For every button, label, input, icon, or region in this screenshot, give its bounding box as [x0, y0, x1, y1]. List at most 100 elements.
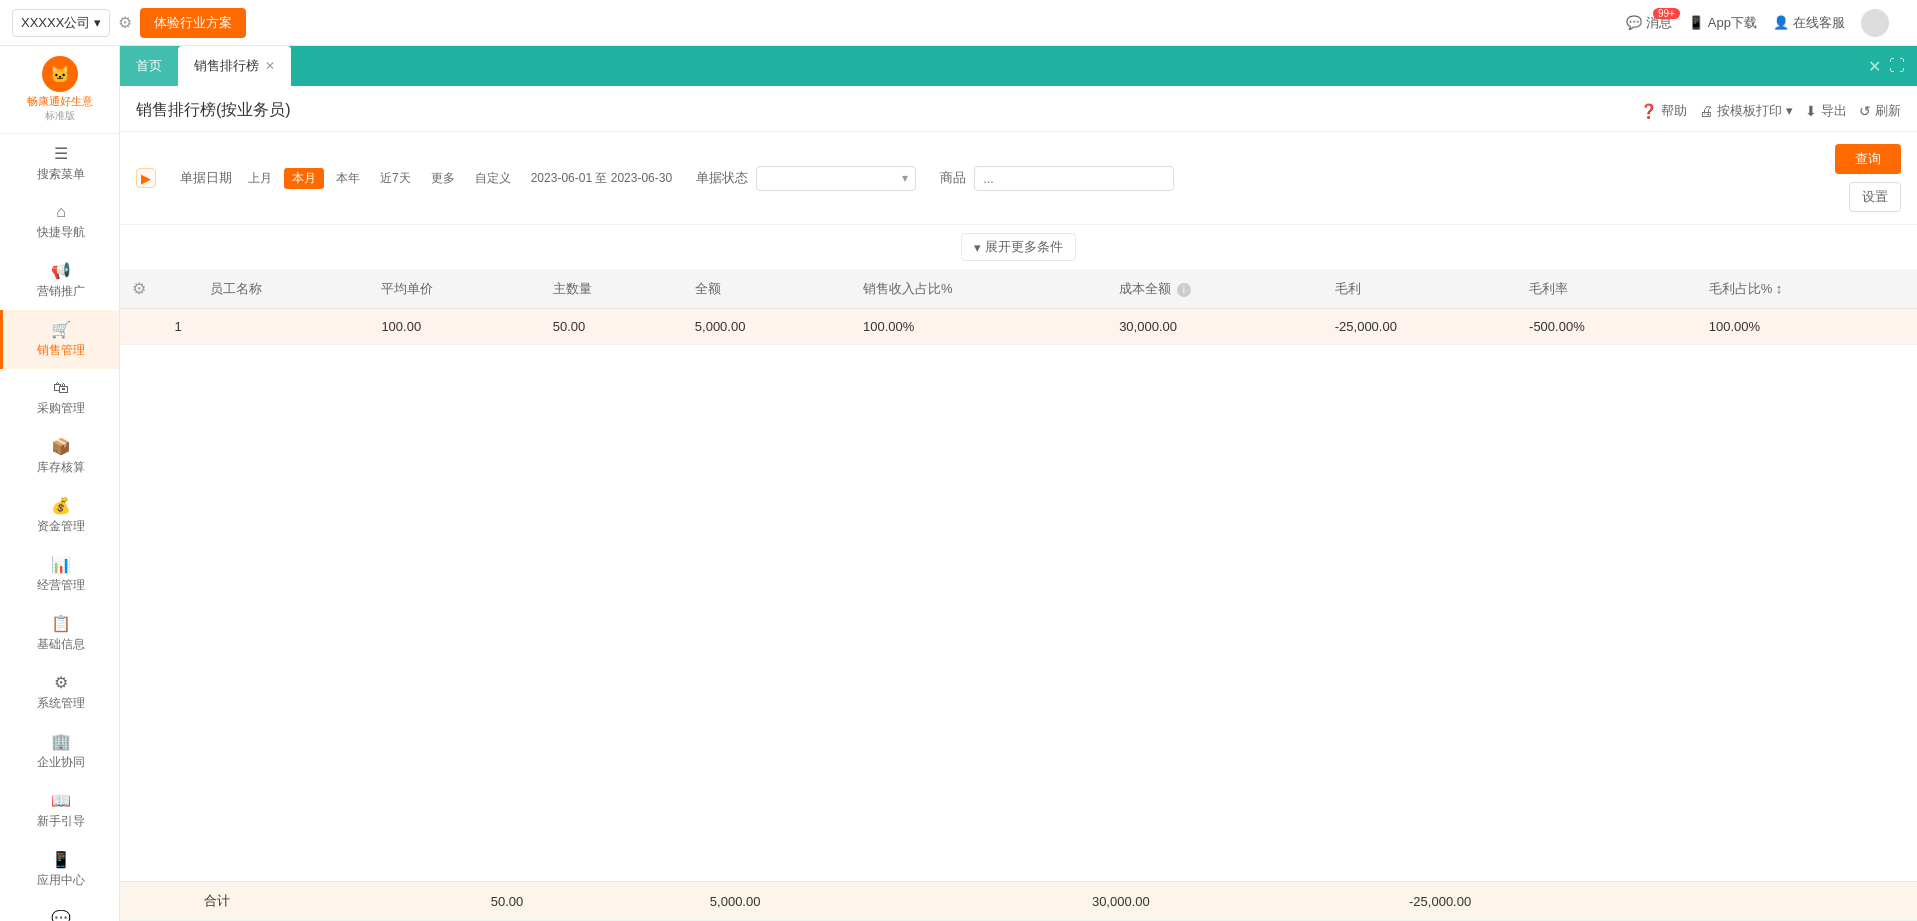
date-tab-current-month[interactable]: 本月 — [284, 168, 324, 189]
tab-close-all-icon[interactable]: ✕ — [1868, 57, 1881, 76]
expand-more-btn[interactable]: ▾ 展开更多条件 — [961, 233, 1076, 261]
th-amount: 全额 — [683, 269, 851, 309]
sidebar-item-sales[interactable]: 🛒 销售管理 — [0, 310, 119, 369]
date-tab-prev-month[interactable]: 上月 — [240, 168, 280, 189]
basic-info-icon: 📋 — [51, 614, 71, 633]
summary-avg-price — [386, 882, 479, 921]
sidebar-item-search-order[interactable]: ☰ 搜索菜单 — [0, 134, 119, 193]
try-industry-btn[interactable]: 体验行业方案 — [140, 8, 246, 38]
export-btn[interactable]: ⬇ 导出 — [1805, 102, 1847, 120]
print-btn[interactable]: 🖨 按模板打印 ▾ — [1699, 102, 1793, 120]
beginner-icon: 📖 — [51, 791, 71, 810]
online-service-btn[interactable]: 👤 在线客服 — [1773, 14, 1845, 32]
query-area: 查询 设置 — [1835, 144, 1901, 212]
date-tab-last7days[interactable]: 近7天 — [372, 168, 419, 189]
sidebar-item-shortcut[interactable]: ⌂ 快捷导航 — [0, 193, 119, 251]
sidebar-item-beginner[interactable]: 📖 新手引导 — [0, 781, 119, 840]
th-rank — [158, 269, 198, 309]
sidebar-item-system[interactable]: ⚙ 系统管理 — [0, 663, 119, 722]
summary-sales-pct — [987, 882, 1080, 921]
company-selector[interactable]: XXXXX公司 ▾ — [12, 9, 110, 37]
tab-home[interactable]: 首页 — [120, 46, 178, 86]
column-settings-icon[interactable]: ⚙ — [132, 280, 146, 297]
th-gross-pct: 毛利占比% ↕ — [1697, 269, 1917, 309]
tab-close-icon[interactable]: ✕ — [265, 59, 275, 73]
expand-more-area: ▾ 展开更多条件 — [120, 225, 1917, 269]
refresh-icon: ↺ — [1859, 103, 1871, 119]
app-download-btn[interactable]: 📱 App下载 — [1688, 14, 1757, 32]
cell-settings — [120, 309, 158, 345]
empty-space — [120, 575, 1917, 881]
help-label: 帮助 — [1661, 102, 1687, 120]
settings-icon[interactable]: ⚙ — [118, 13, 132, 32]
date-tab-more[interactable]: 更多 — [423, 168, 463, 189]
tab-sales-rank[interactable]: 销售排行榜 ✕ — [178, 46, 291, 86]
date-tab-custom[interactable]: 自定义 — [467, 168, 519, 189]
summary-gross-pct — [1824, 882, 1917, 921]
user-avatar[interactable] — [1861, 9, 1889, 37]
summary-label: 合计 — [192, 882, 386, 921]
tab-home-label: 首页 — [136, 57, 162, 75]
date-tab-current-year[interactable]: 本年 — [328, 168, 368, 189]
header-actions: ❓ 帮助 🖨 按模板打印 ▾ ⬇ 导出 — [1640, 102, 1901, 120]
sidebar-item-label: 搜索菜单 — [37, 166, 85, 183]
marketing-icon: 📢 — [51, 261, 71, 280]
th-avg-price: 平均单价 — [369, 269, 540, 309]
date-range: 2023-06-01 至 2023-06-30 — [531, 170, 672, 187]
summary-gross-rate — [1731, 882, 1824, 921]
query-btn[interactable]: 查询 — [1835, 144, 1901, 174]
main-area: 🐱 畅康通好生意 标准版 ☰ 搜索菜单 ⌂ 快捷导航 📢 营销推广 🛒 销售管理 — [0, 46, 1917, 921]
sidebar-item-label: 新手引导 — [37, 813, 85, 830]
page-header: 销售排行榜(按业务员) ❓ 帮助 🖨 按模板打印 ▾ — [120, 86, 1917, 132]
goods-input[interactable] — [983, 171, 1165, 186]
th-settings: ⚙ — [120, 269, 158, 309]
summary-main-qty: 50.00 — [479, 882, 698, 921]
top-bar-left: XXXXX公司 ▾ ⚙ 体验行业方案 — [12, 8, 246, 38]
filter-collapse-btn[interactable]: ▶ — [136, 168, 156, 188]
search-order-icon: ☰ — [54, 144, 68, 163]
sidebar-item-wechat[interactable]: 💬 企业微信 — [0, 899, 119, 921]
th-gross-rate: 毛利率 — [1517, 269, 1697, 309]
sidebar-item-label: 应用中心 — [37, 872, 85, 889]
summary-table: 合计 50.00 5,000.00 30,000.00 -25,000.00 — [120, 881, 1917, 921]
filter-section: ▶ 单据日期 上月 本月 本年 近7天 更多 — [120, 132, 1917, 269]
sidebar-item-basic-info[interactable]: 📋 基础信息 — [0, 604, 119, 663]
sidebar-item-purchase[interactable]: 🛍 采购管理 — [0, 369, 119, 427]
cost-info-icon[interactable]: i — [1177, 283, 1191, 297]
summary-rank-cell — [152, 882, 192, 921]
summary-gross: -25,000.00 — [1397, 882, 1731, 921]
status-select[interactable] — [756, 166, 916, 191]
sidebar-item-marketing[interactable]: 📢 营销推广 — [0, 251, 119, 310]
cell-gross: -25,000.00 — [1323, 309, 1517, 345]
sidebar-item-label: 系统管理 — [37, 695, 85, 712]
th-gross: 毛利 — [1323, 269, 1517, 309]
company-dropdown-icon: ▾ — [94, 15, 101, 30]
date-label: 单据日期 — [180, 169, 232, 187]
settings-btn[interactable]: 设置 — [1849, 182, 1901, 212]
sidebar-item-inventory[interactable]: 📦 库存核算 — [0, 427, 119, 486]
cell-cost: 30,000.00 — [1107, 309, 1323, 345]
cell-avg-price: 100.00 — [369, 309, 540, 345]
refresh-btn[interactable]: ↺ 刷新 — [1859, 102, 1901, 120]
export-icon: ⬇ — [1805, 103, 1817, 119]
table-header-row: ⚙ 员工名称 平均单价 主数量 全额 销售收入占比% 成本全额 — [120, 269, 1917, 309]
tab-bar: 首页 销售排行榜 ✕ ✕ ⛶ — [120, 46, 1917, 86]
sidebar-item-finance[interactable]: 💰 资金管理 — [0, 486, 119, 545]
gross-pct-sort-icon[interactable]: ↕ — [1776, 281, 1783, 296]
help-btn[interactable]: ❓ 帮助 — [1640, 102, 1687, 120]
tab-sales-rank-label: 销售排行榜 — [194, 57, 259, 75]
sidebar-item-label: 快捷导航 — [37, 224, 85, 241]
print-dropdown-icon: ▾ — [1786, 103, 1793, 118]
message-badge: 99+ — [1653, 8, 1680, 19]
th-sales-pct: 销售收入占比% — [851, 269, 1107, 309]
online-service-label: 在线客服 — [1793, 14, 1845, 32]
inventory-icon: 📦 — [51, 437, 71, 456]
tab-expand-icon[interactable]: ⛶ — [1889, 57, 1905, 75]
sidebar-item-operations[interactable]: 📊 经营管理 — [0, 545, 119, 604]
finance-icon: 💰 — [51, 496, 71, 515]
sidebar-item-app-center[interactable]: 📱 应用中心 — [0, 840, 119, 899]
message-btn[interactable]: 💬 消息 99+ — [1626, 14, 1672, 32]
app-center-icon: 📱 — [51, 850, 71, 869]
page-inner: 销售排行榜(按业务员) ❓ 帮助 🖨 按模板打印 ▾ — [120, 86, 1917, 921]
sidebar-item-enterprise[interactable]: 🏢 企业协同 — [0, 722, 119, 781]
